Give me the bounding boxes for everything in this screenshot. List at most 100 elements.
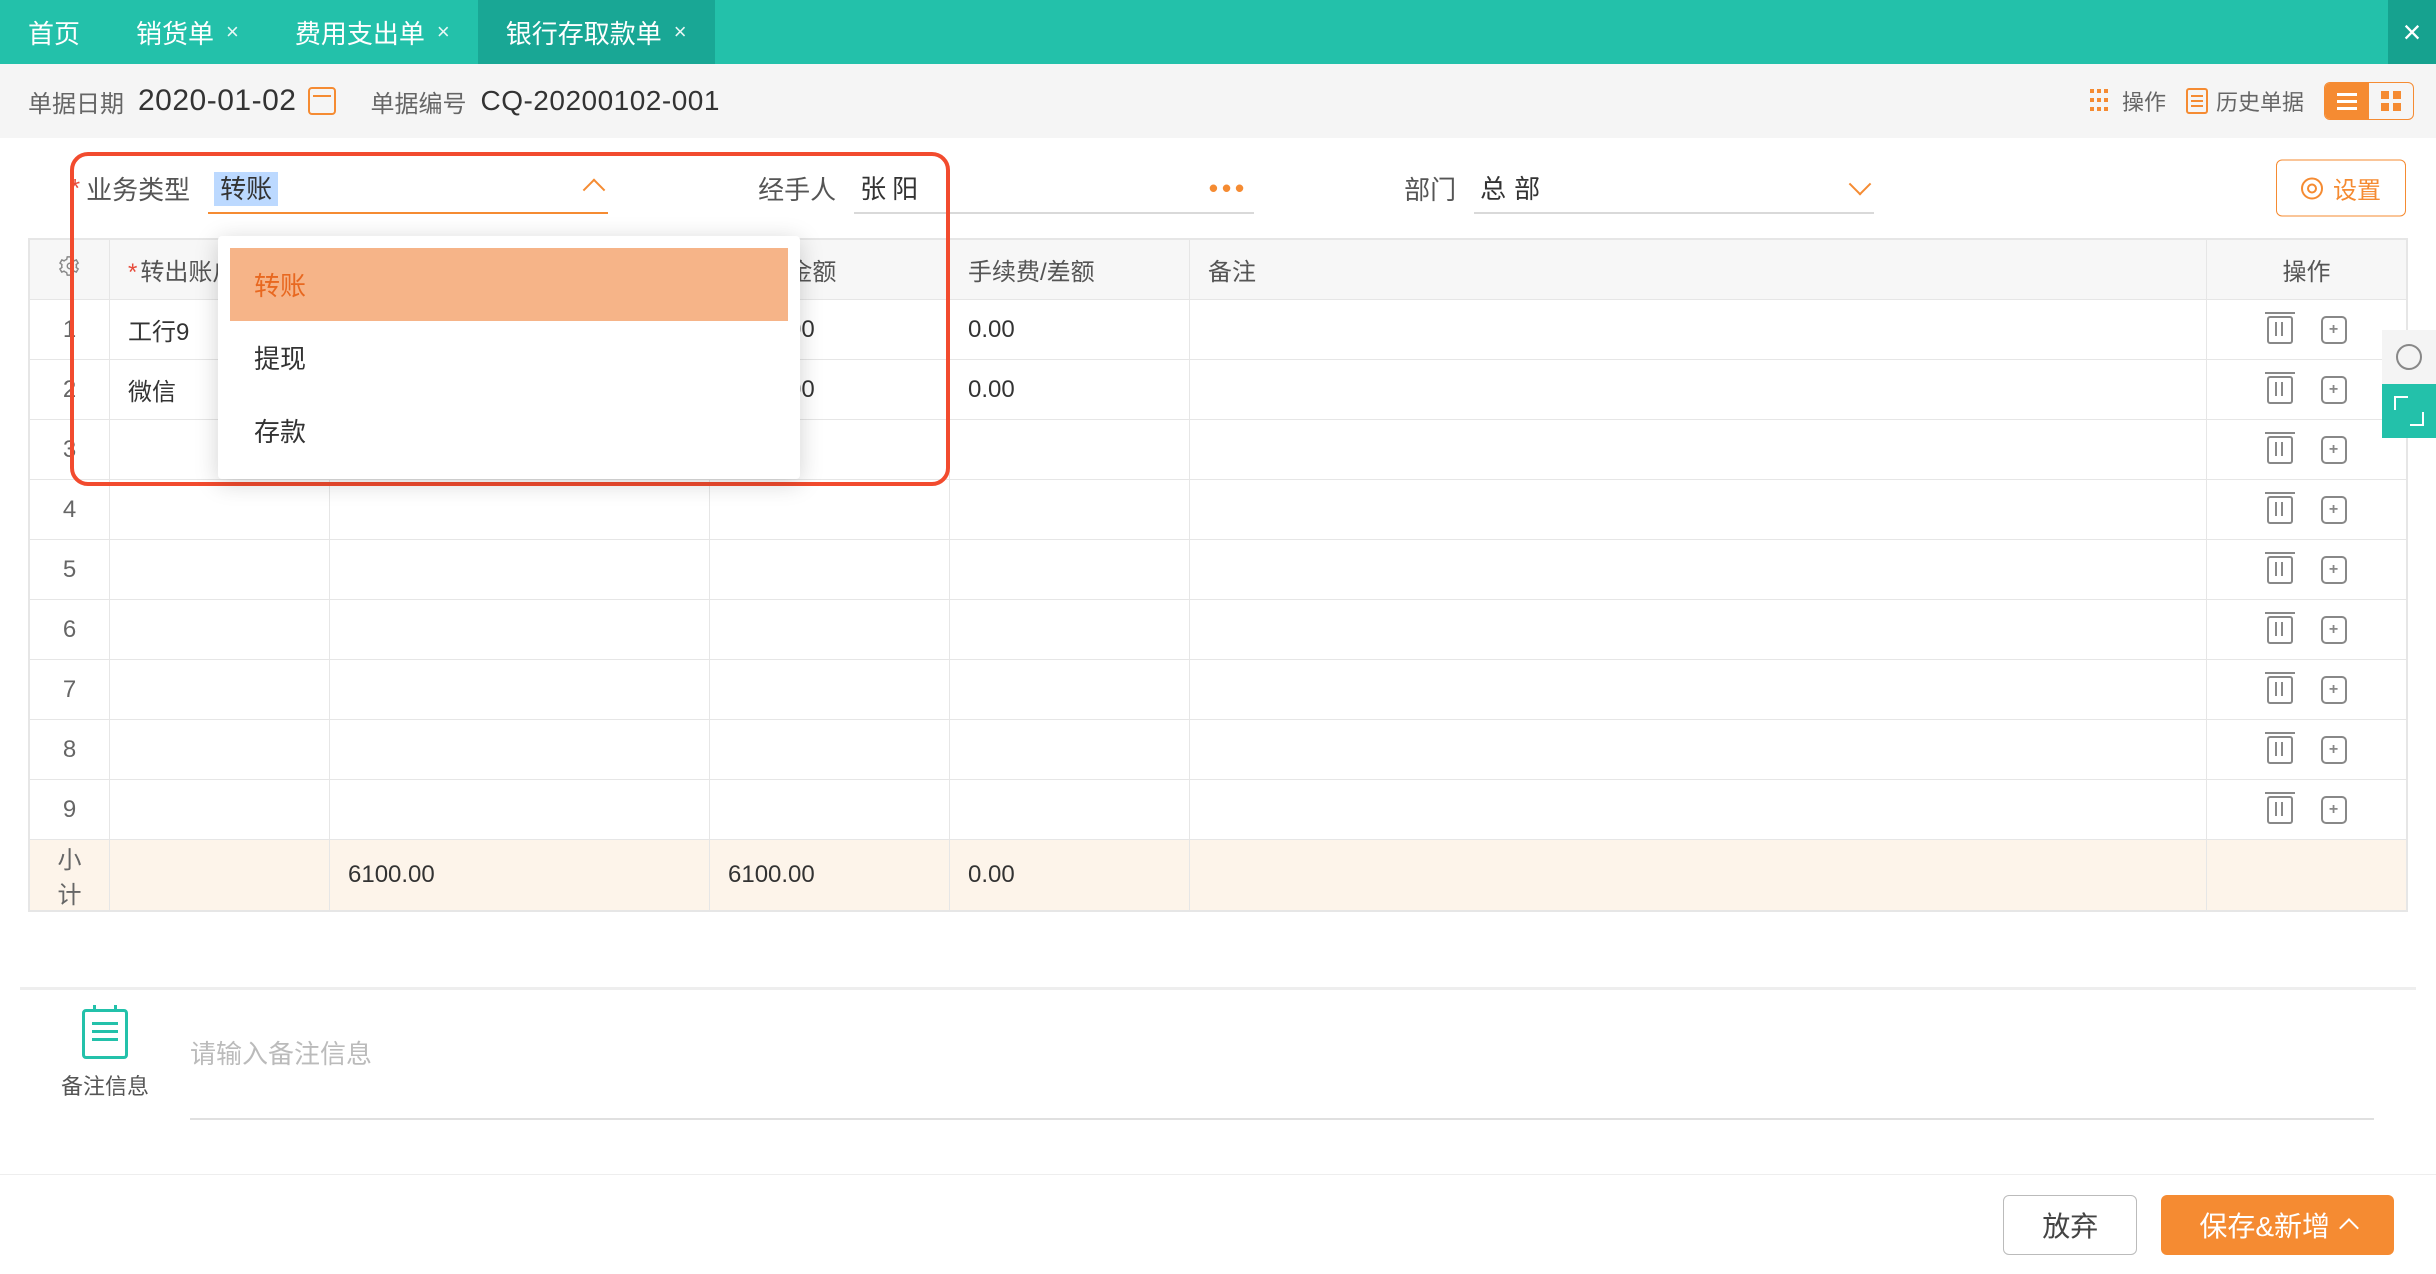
cell-in-amount[interactable] [710,780,950,840]
discard-button[interactable]: 放弃 [2003,1195,2137,1255]
close-icon[interactable]: × [226,19,239,45]
cell-fee[interactable]: 0.00 [950,300,1190,360]
cell-ops [2207,720,2407,780]
cell-hidden[interactable] [330,540,710,600]
save-new-button[interactable]: 保存&新增 [2161,1195,2394,1255]
cell-fee[interactable] [950,540,1190,600]
table-row[interactable]: 9 [30,780,2407,840]
cell-out-account[interactable] [110,660,330,720]
cell-hidden[interactable] [330,780,710,840]
copy-icon[interactable] [2321,676,2347,704]
cell-fee[interactable] [950,480,1190,540]
tab-expense-label: 费用支出单 [295,14,425,51]
delete-icon[interactable] [2267,496,2293,524]
copy-icon[interactable] [2321,616,2347,644]
delete-icon[interactable] [2267,376,2293,404]
copy-icon[interactable] [2321,316,2347,344]
attachment-button[interactable] [2382,330,2436,384]
cell-fee[interactable] [950,720,1190,780]
cell-fee[interactable] [950,780,1190,840]
copy-icon[interactable] [2321,796,2347,824]
handler-input[interactable]: 张阳 ••• [854,163,1254,214]
date-label: 单据日期 [28,84,124,119]
tab-sales[interactable]: 销货单× [108,0,267,64]
biz-type-select[interactable]: 转账 [208,163,608,214]
cell-hidden[interactable] [330,480,710,540]
table-row[interactable]: 7 [30,660,2407,720]
row-number: 5 [30,540,110,600]
cell-remark[interactable] [1190,420,2207,480]
settings-button[interactable]: 设置 [2276,160,2406,217]
expand-button[interactable] [2382,384,2436,438]
table-row[interactable]: 4 [30,480,2407,540]
handler-field: 经手人 张阳 ••• [758,163,1254,214]
cell-remark[interactable] [1190,480,2207,540]
copy-icon[interactable] [2321,376,2347,404]
cell-fee[interactable] [950,600,1190,660]
cell-remark[interactable] [1190,600,2207,660]
tab-expense[interactable]: 费用支出单 × [267,0,478,64]
copy-icon[interactable] [2321,436,2347,464]
table-row[interactable]: 5 [30,540,2407,600]
tab-bar: 首页 销货单× 费用支出单 × 银行存取款单× × [0,0,2436,64]
table-row[interactable]: 8 [30,720,2407,780]
cell-fee[interactable]: 0.00 [950,360,1190,420]
cell-fee[interactable] [950,660,1190,720]
list-layout-button[interactable] [2325,83,2369,119]
col-fee: 手续费/差额 [950,240,1190,300]
form-layout-button[interactable] [2369,83,2413,119]
row-number: 6 [30,600,110,660]
delete-icon[interactable] [2267,736,2293,764]
cell-remark[interactable] [1190,720,2207,780]
delete-icon[interactable] [2267,676,2293,704]
cell-remark[interactable] [1190,660,2207,720]
delete-icon[interactable] [2267,616,2293,644]
panel-close-button[interactable]: × [2388,0,2436,64]
column-config[interactable] [30,240,110,300]
cell-hidden[interactable] [330,600,710,660]
cell-remark[interactable] [1190,780,2207,840]
note-icon [82,1009,128,1059]
delete-icon[interactable] [2267,316,2293,344]
cell-fee[interactable] [950,420,1190,480]
cell-remark[interactable] [1190,540,2207,600]
form-icon [2381,91,2401,111]
cell-remark[interactable] [1190,300,2207,360]
calendar-icon[interactable] [308,87,336,115]
date-value[interactable]: 2020-01-02 [138,84,296,118]
history-link[interactable]: 历史单据 [2186,85,2304,117]
biz-type-option[interactable]: 存款 [230,394,788,467]
table-row[interactable]: 6 [30,600,2407,660]
biz-type-option[interactable]: 转账 [230,248,788,321]
dept-select[interactable]: 总部 [1474,163,1874,214]
biz-type-option[interactable]: 提现 [230,321,788,394]
copy-icon[interactable] [2321,496,2347,524]
cell-in-amount[interactable] [710,480,950,540]
cell-in-amount[interactable] [710,660,950,720]
remark-input[interactable]: 请输入备注信息 [190,1034,2374,1120]
delete-icon[interactable] [2267,436,2293,464]
copy-icon[interactable] [2321,736,2347,764]
delete-icon[interactable] [2267,556,2293,584]
cell-out-account[interactable] [110,780,330,840]
delete-icon[interactable] [2267,796,2293,824]
cell-out-account[interactable] [110,540,330,600]
ops-menu[interactable]: 操作 [2090,85,2166,117]
tab-bank[interactable]: 银行存取款单× [478,0,715,64]
cell-in-amount[interactable] [710,600,950,660]
cell-remark[interactable] [1190,360,2207,420]
close-icon[interactable]: × [674,19,687,45]
more-icon[interactable]: ••• [1209,173,1248,204]
required-mark: * [70,173,80,204]
cell-in-amount[interactable] [710,720,950,780]
cell-out-account[interactable] [110,480,330,540]
cell-hidden[interactable] [330,720,710,780]
cell-in-amount[interactable] [710,540,950,600]
close-icon[interactable]: × [437,19,450,45]
remark-panel: 备注信息 请输入备注信息 [20,988,2416,1120]
cell-out-account[interactable] [110,720,330,780]
cell-hidden[interactable] [330,660,710,720]
copy-icon[interactable] [2321,556,2347,584]
cell-out-account[interactable] [110,600,330,660]
tab-home[interactable]: 首页 [0,0,108,64]
